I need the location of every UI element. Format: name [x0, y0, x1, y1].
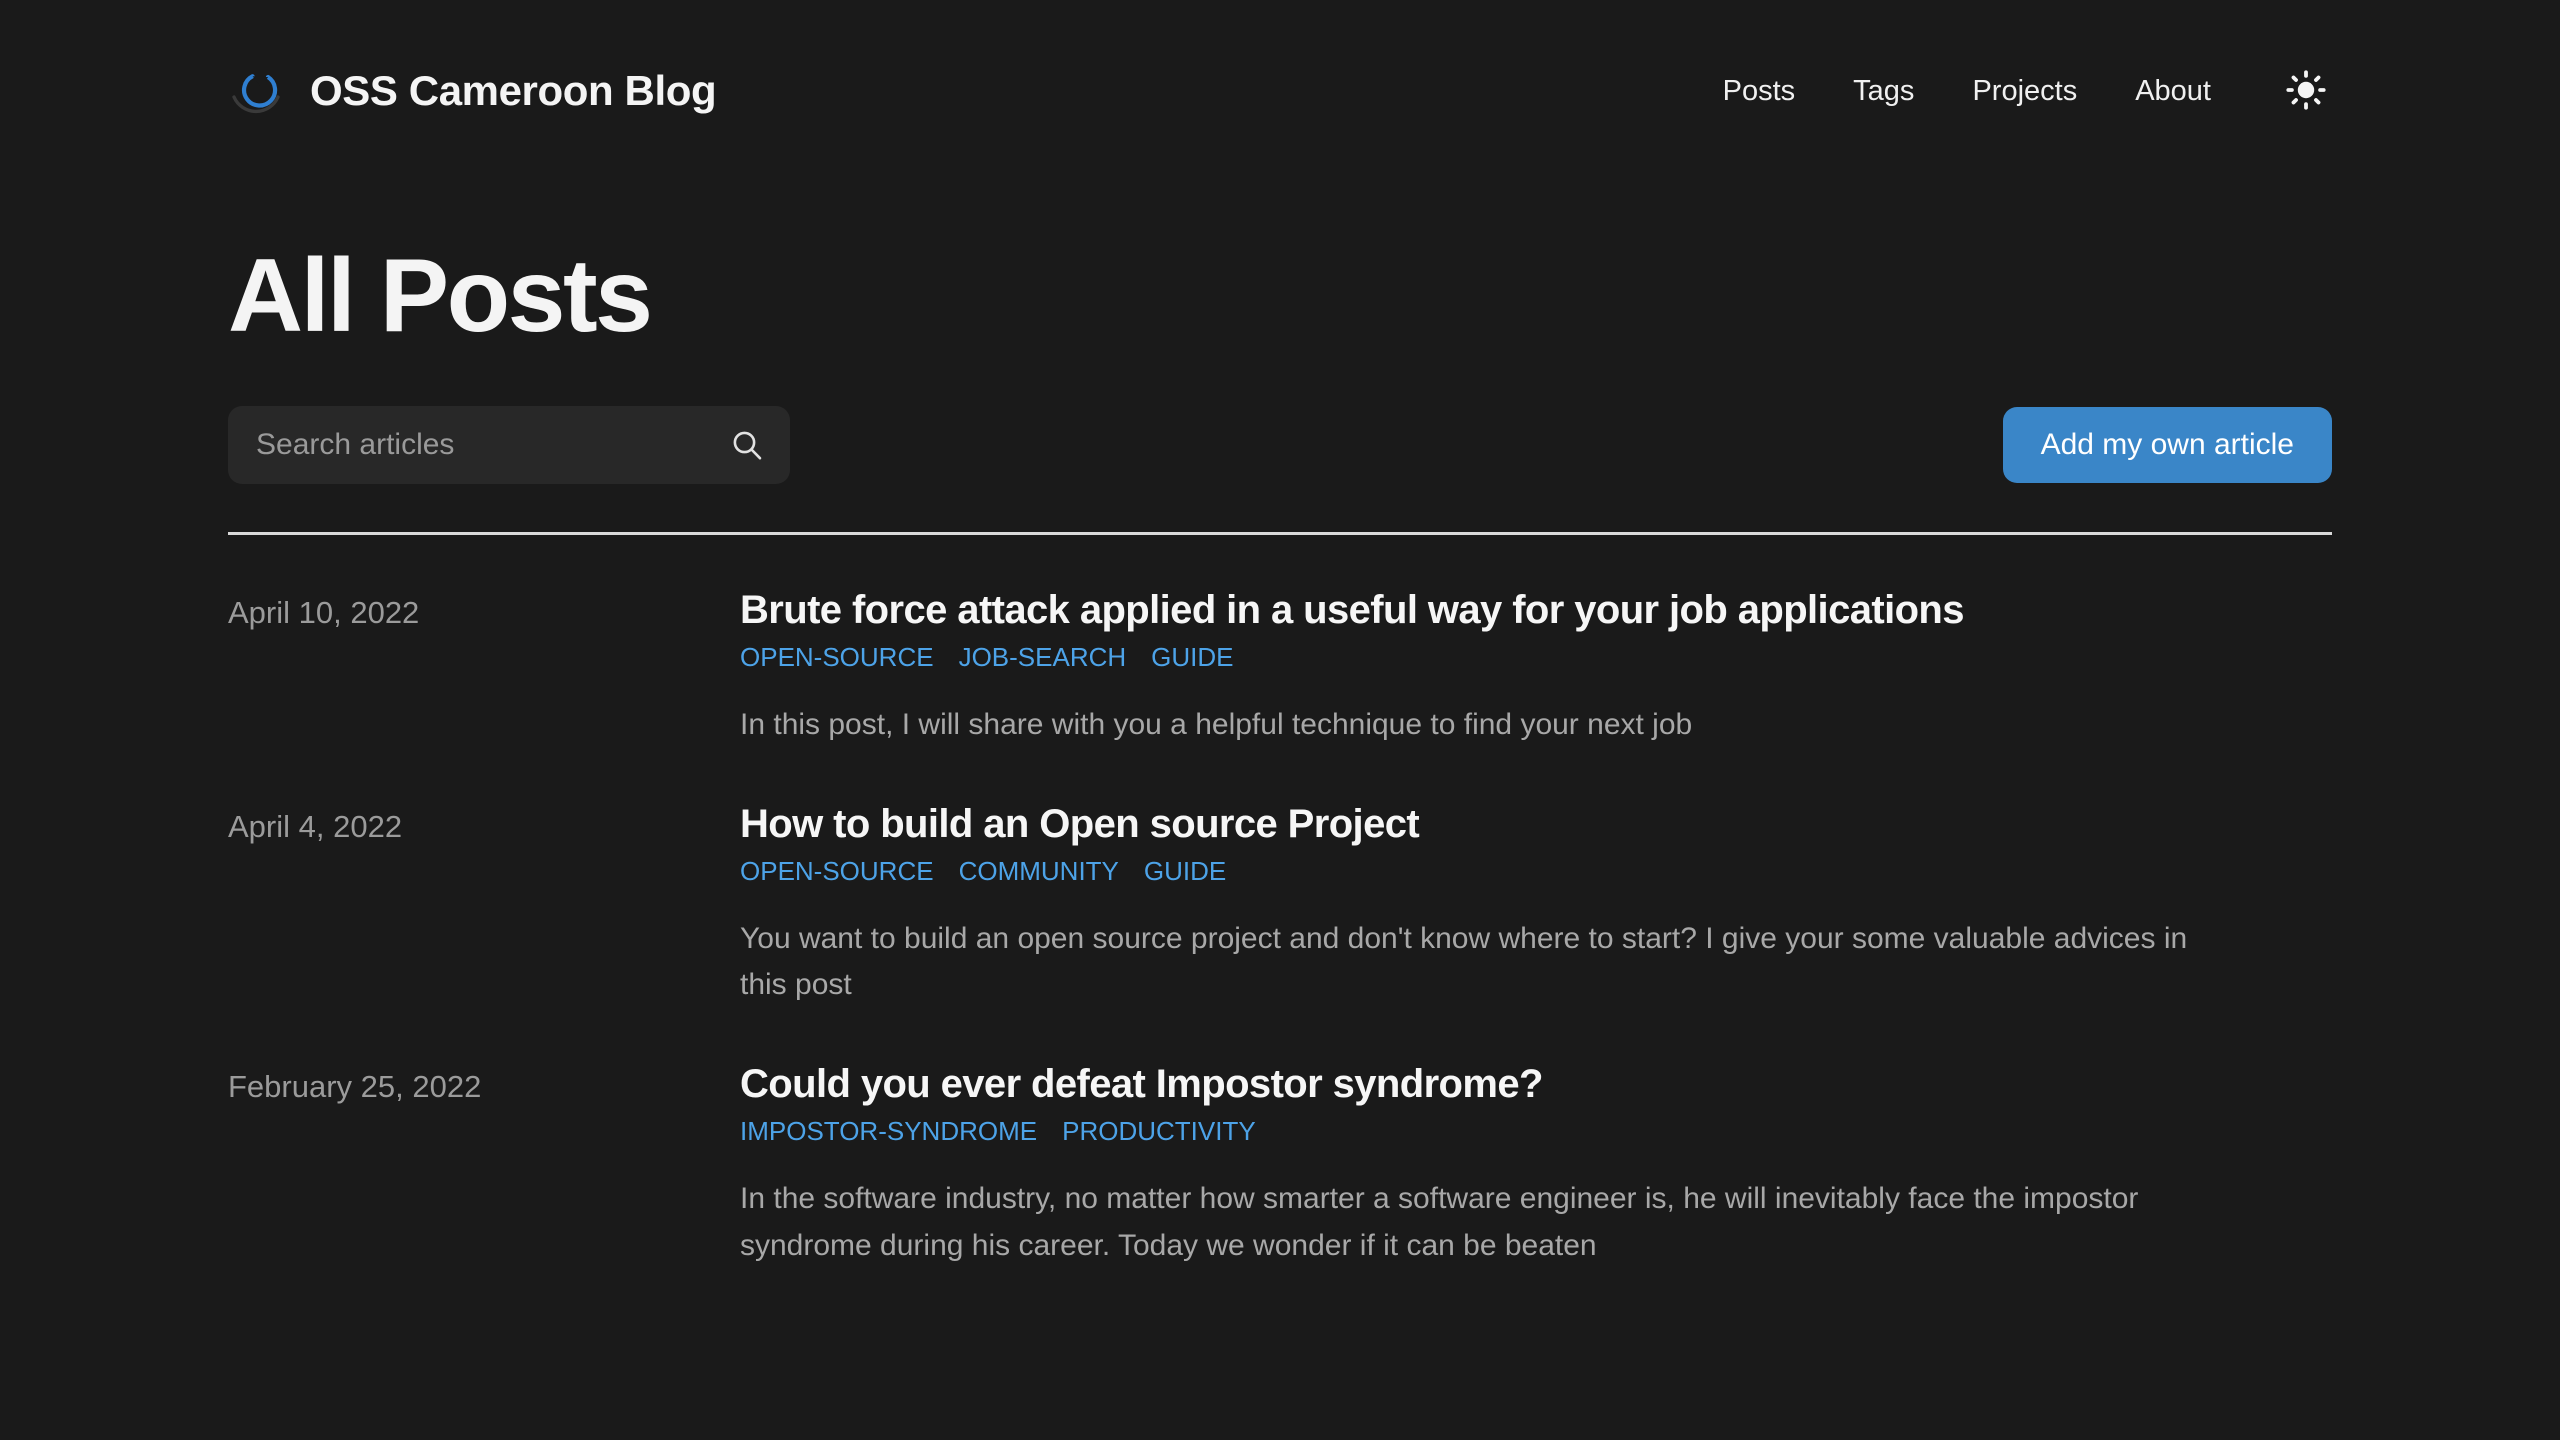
- post-body: How to build an Open source Project OPEN…: [740, 801, 2240, 1009]
- post-date: February 25, 2022: [228, 1068, 482, 1104]
- nav-item-posts[interactable]: Posts: [1694, 76, 1825, 106]
- post-summary: You want to build an open source project…: [740, 921, 2188, 1002]
- post-tag-list: OPEN-SOURCE JOB-SEARCH GUIDE: [740, 642, 2240, 673]
- post-tag[interactable]: OPEN-SOURCE: [740, 856, 934, 887]
- post-tag[interactable]: PRODUCTIVITY: [1062, 1116, 1256, 1147]
- page-title: All Posts: [228, 238, 653, 354]
- nav-item-projects[interactable]: Projects: [1943, 76, 2106, 106]
- post-tag[interactable]: GUIDE: [1151, 642, 1233, 673]
- post-summary: In the software industry, no matter how …: [740, 1182, 2139, 1262]
- post-list: April 10, 2022 Brute force attack applie…: [228, 535, 2332, 1269]
- post-tag[interactable]: OPEN-SOURCE: [740, 642, 934, 673]
- post-tag-list: IMPOSTOR-SYNDROME PRODUCTIVITY: [740, 1116, 2240, 1147]
- search-input[interactable]: [228, 406, 790, 484]
- post-title-link[interactable]: How to build an Open source Project: [740, 801, 2240, 847]
- post-tag[interactable]: GUIDE: [1144, 856, 1226, 887]
- main-content: All Posts Add my own article April 10, 2…: [0, 244, 2560, 1269]
- search-and-action-row: Add my own article: [228, 406, 2332, 484]
- spinner-ring-logo-icon: [228, 63, 284, 119]
- main-navigation: Posts Tags Projects About: [1694, 65, 2332, 117]
- post-tag[interactable]: COMMUNITY: [959, 856, 1119, 887]
- post-tag[interactable]: IMPOSTOR-SYNDROME: [740, 1116, 1037, 1147]
- search-box[interactable]: [228, 406, 790, 484]
- post-tag-list: OPEN-SOURCE COMMUNITY GUIDE: [740, 856, 2240, 887]
- blog-all-posts-page: OSS Cameroon Blog Posts Tags Projects Ab…: [0, 0, 2560, 1440]
- post-date: April 10, 2022: [228, 595, 420, 630]
- site-header: OSS Cameroon Blog Posts Tags Projects Ab…: [0, 0, 2560, 182]
- site-title: OSS Cameroon Blog: [310, 67, 717, 114]
- site-brand-link[interactable]: OSS Cameroon Blog: [228, 63, 717, 119]
- add-my-own-article-button[interactable]: Add my own article: [2002, 407, 2332, 483]
- post-list-item: February 25, 2022 Could you ever defeat …: [228, 1009, 2332, 1269]
- nav-item-tags[interactable]: Tags: [1824, 76, 1943, 106]
- post-title-link[interactable]: Could you ever defeat Impostor syndrome?: [740, 1061, 2240, 1107]
- post-body: Could you ever defeat Impostor syndrome?…: [740, 1061, 2240, 1269]
- post-tag[interactable]: JOB-SEARCH: [959, 642, 1127, 673]
- theme-toggle-button[interactable]: [2280, 65, 2332, 117]
- post-summary: In this post, I will share with you a he…: [740, 708, 1693, 742]
- search-icon: [730, 428, 764, 462]
- post-body: Brute force attack applied in a useful w…: [740, 587, 2240, 749]
- nav-item-about[interactable]: About: [2106, 76, 2240, 106]
- sun-icon: [2284, 68, 2328, 115]
- post-list-item: April 4, 2022 How to build an Open sourc…: [228, 749, 2332, 1009]
- post-title-link[interactable]: Brute force attack applied in a useful w…: [740, 587, 2240, 633]
- post-date: April 4, 2022: [228, 808, 403, 844]
- post-list-item: April 10, 2022 Brute force attack applie…: [228, 535, 2332, 749]
